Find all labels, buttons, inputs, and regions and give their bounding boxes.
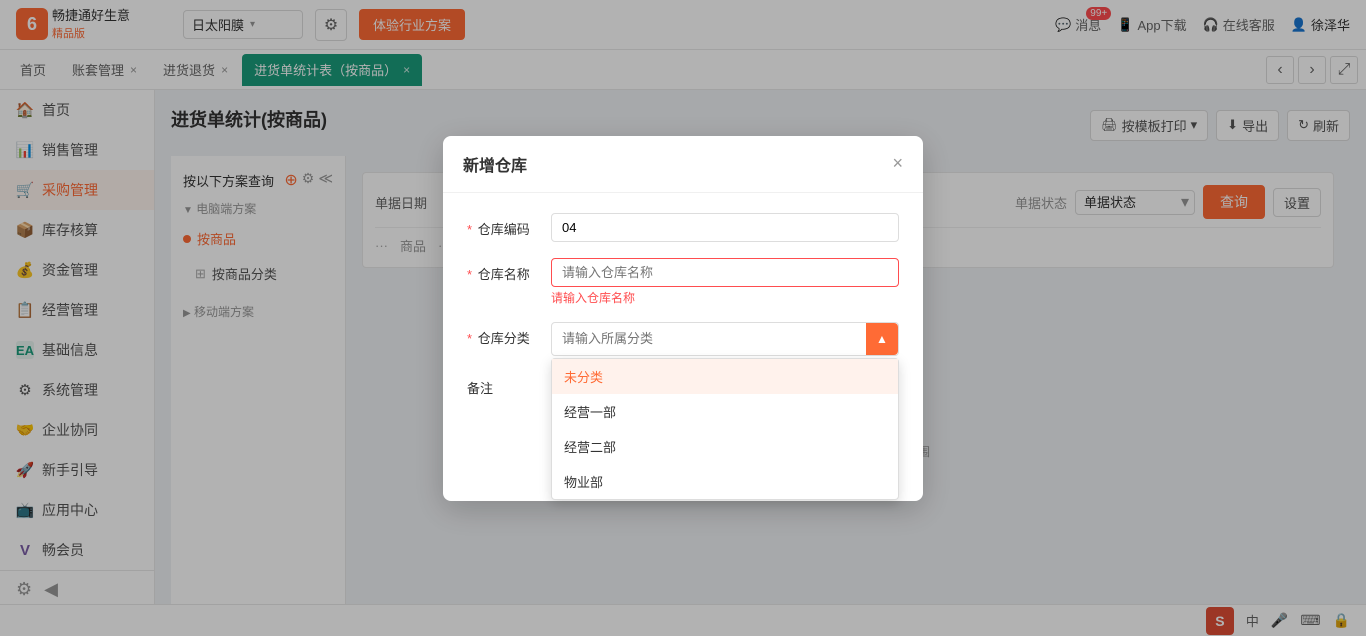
modal-overlay[interactable]: 新增仓库 × * 仓库编码 * 仓库名称 — [0, 0, 1366, 636]
modal-header: 新增仓库 × — [443, 136, 923, 193]
category-label: * 仓库分类 — [467, 322, 539, 347]
name-input[interactable] — [551, 258, 899, 287]
dropdown-item-unclassified[interactable]: 未分类 — [552, 359, 898, 394]
category-dropdown-toggle[interactable]: ▲ — [866, 323, 898, 355]
dropdown-item-property[interactable]: 物业部 — [552, 464, 898, 499]
code-label: * 仓库编码 — [467, 213, 539, 238]
category-dropdown-list: 未分类 经营一部 经营二部 物业部 — [551, 358, 899, 500]
modal-title: 新增仓库 — [463, 152, 527, 176]
form-row-category: * 仓库分类 ▲ 未分类 经营一部 经营二部 物业部 — [467, 322, 899, 356]
name-label: * 仓库名称 — [467, 258, 539, 283]
modal-body: * 仓库编码 * 仓库名称 请输入仓库名称 — [443, 193, 923, 437]
dropdown-item-ops1[interactable]: 经营一部 — [552, 394, 898, 429]
form-row-name: * 仓库名称 请输入仓库名称 — [467, 258, 899, 306]
category-input[interactable] — [552, 325, 866, 352]
dropdown-item-ops2[interactable]: 经营二部 — [552, 429, 898, 464]
category-dropdown: ▲ 未分类 经营一部 经营二部 物业部 — [551, 322, 899, 356]
add-warehouse-modal: 新增仓库 × * 仓库编码 * 仓库名称 — [443, 136, 923, 501]
code-input[interactable] — [551, 213, 899, 242]
name-error-msg: 请输入仓库名称 — [551, 289, 899, 306]
form-row-code: * 仓库编码 — [467, 213, 899, 242]
notes-label: 备注 — [467, 372, 539, 397]
modal-close-btn[interactable]: × — [892, 153, 903, 174]
